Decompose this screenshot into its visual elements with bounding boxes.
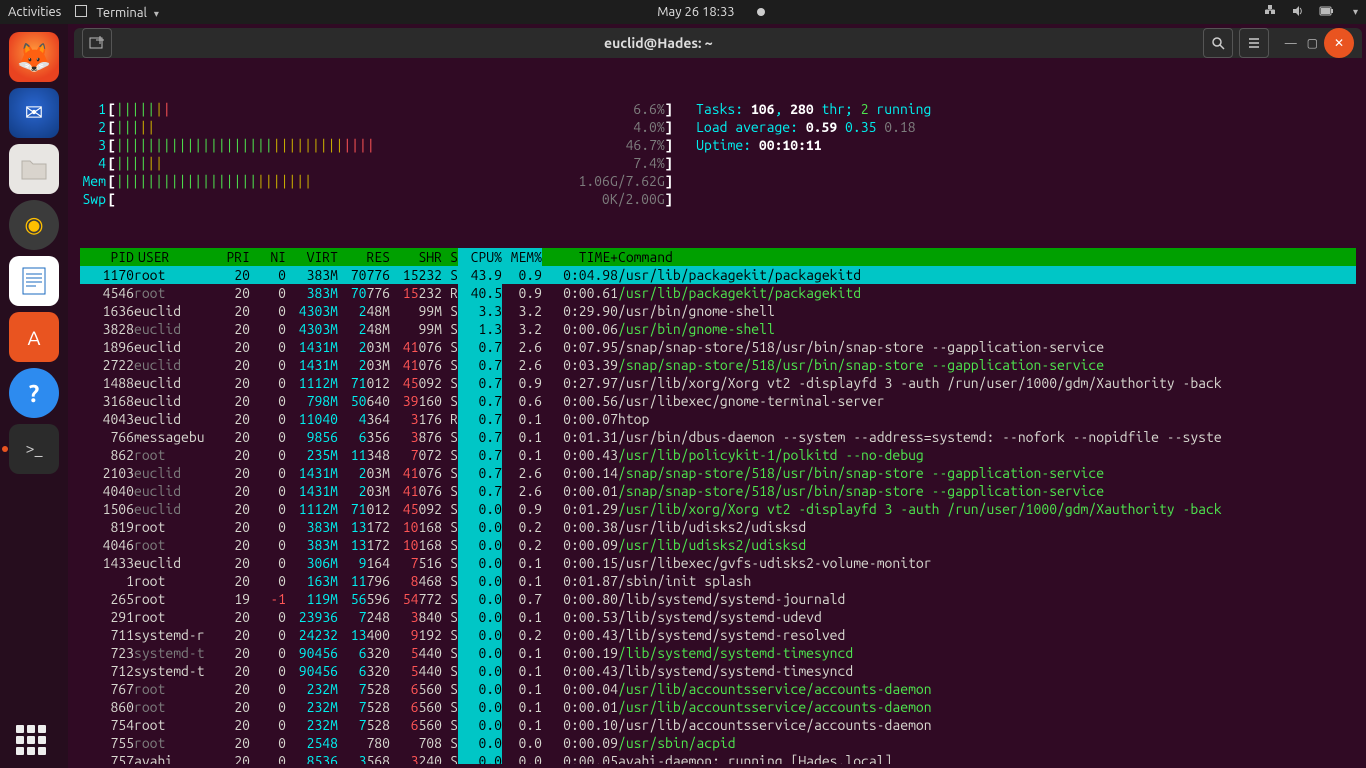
window-title: euclid@Hades: ~ bbox=[120, 35, 1197, 51]
dock-help[interactable]: ? bbox=[9, 368, 59, 418]
col-pid[interactable]: PID bbox=[80, 248, 134, 266]
activities-button[interactable]: Activities bbox=[8, 5, 61, 19]
table-row[interactable]: 291root2002393672483840S0.00.10:00.53/li… bbox=[80, 608, 1356, 626]
table-row[interactable]: 4040euclid2001431M203M41076S0.72.60:00.0… bbox=[80, 482, 1356, 500]
dock-thunderbird[interactable]: ✉ bbox=[9, 88, 59, 138]
meter-4: 4[|||||| 7.4%] bbox=[80, 154, 673, 172]
table-row[interactable]: 2722euclid2001431M203M41076S0.72.60:03.3… bbox=[80, 356, 1356, 374]
table-header[interactable]: PIDUSERPRINIVIRTRESSHRSCPU%MEM%TIME+Comm… bbox=[80, 248, 1356, 266]
table-row[interactable]: 265root19-1119M5659654772S0.00.70:00.80/… bbox=[80, 590, 1356, 608]
table-row[interactable]: 1170root200383M7077615232S43.90.90:04.98… bbox=[80, 266, 1356, 284]
app-menu-label: Terminal bbox=[96, 6, 147, 20]
chevron-down-icon: ▾ bbox=[154, 8, 159, 19]
col-mem%[interactable]: MEM% bbox=[502, 248, 542, 266]
dock-software[interactable]: A bbox=[9, 312, 59, 362]
table-row[interactable]: 1636euclid2004303M248M99MS3.33.20:29.90/… bbox=[80, 302, 1356, 320]
col-user[interactable]: USER bbox=[134, 248, 214, 266]
clock[interactable]: May 26 18:33 bbox=[657, 5, 734, 19]
meter-1: 1[||||||| 6.6%] bbox=[80, 100, 673, 118]
table-row[interactable]: 1433euclid200306M91647516S0.00.10:00.15/… bbox=[80, 554, 1356, 572]
table-row[interactable]: 1488euclid2001112M7101245092S0.70.90:27.… bbox=[80, 374, 1356, 392]
battery-icon[interactable] bbox=[1319, 4, 1335, 21]
col-command[interactable]: Command bbox=[618, 248, 1356, 266]
table-row[interactable]: 712systemd-t2009045663205440S0.00.10:00.… bbox=[80, 662, 1356, 680]
new-tab-button[interactable] bbox=[82, 28, 112, 58]
dock-show-apps[interactable] bbox=[9, 718, 59, 768]
table-row[interactable]: 723systemd-t2009045663205440S0.00.10:00.… bbox=[80, 644, 1356, 662]
table-row[interactable]: 819root200383M1317210168S0.00.20:00.38/u… bbox=[80, 518, 1356, 536]
gnome-top-bar: Activities Terminal ▾ May 26 18:33 ▾ bbox=[0, 0, 1366, 24]
app-menu[interactable]: Terminal ▾ bbox=[75, 5, 159, 20]
table-row[interactable]: 862root200235M113487072S0.70.10:00.43/us… bbox=[80, 446, 1356, 464]
meter-Mem: Mem[||||||||||||||||||||||||| 1.06G/7.62… bbox=[80, 172, 1356, 190]
network-icon[interactable] bbox=[1263, 4, 1277, 21]
close-button[interactable]: ✕ bbox=[1324, 28, 1354, 58]
search-button[interactable] bbox=[1203, 28, 1233, 58]
meter-Swp: Swp[ 0K/2.00G] bbox=[80, 190, 1356, 208]
table-row[interactable]: 757avahi200853635683240S0.00.00:00.05ava… bbox=[80, 752, 1356, 764]
table-row[interactable]: 711systemd-r20024232134009192S0.00.20:00… bbox=[80, 626, 1356, 644]
table-row[interactable]: 3168euclid200798M5064039160S0.70.60:00.5… bbox=[80, 392, 1356, 410]
table-row[interactable]: 4046root200383M1317210168S0.00.20:00.09/… bbox=[80, 536, 1356, 554]
col-res[interactable]: RES bbox=[338, 248, 390, 266]
htop-output[interactable]: 1[||||||| 6.6%] Tasks: 106, 280 thr; 2 r… bbox=[74, 58, 1362, 764]
table-row[interactable]: 767root200232M75286560S0.00.10:00.04/usr… bbox=[80, 680, 1356, 698]
terminal-icon bbox=[75, 5, 87, 17]
dock: 🦊 ✉ ◉ A ? >_ bbox=[0, 24, 68, 768]
dock-rhythmbox[interactable]: ◉ bbox=[9, 200, 59, 250]
dock-writer[interactable] bbox=[9, 256, 59, 306]
col-shr[interactable]: SHR bbox=[390, 248, 442, 266]
table-row[interactable]: 1896euclid2001431M203M41076S0.72.60:07.9… bbox=[80, 338, 1356, 356]
col-cpu%[interactable]: CPU% bbox=[458, 248, 502, 266]
table-row[interactable]: 860root200232M75286560S0.00.10:00.01/usr… bbox=[80, 698, 1356, 716]
table-row[interactable]: 754root200232M75286560S0.00.10:00.10/usr… bbox=[80, 716, 1356, 734]
table-row[interactable]: 4043euclid2001104043643176R0.70.10:00.07… bbox=[80, 410, 1356, 428]
notification-indicator-icon bbox=[757, 8, 765, 16]
meter-2: 2[||||| 4.0%] bbox=[80, 118, 673, 136]
process-table[interactable]: PIDUSERPRINIVIRTRESSHRSCPU%MEM%TIME+Comm… bbox=[80, 248, 1356, 764]
window-titlebar: euclid@Hades: ~ — ▢ ✕ bbox=[74, 28, 1362, 58]
table-row[interactable]: 766messagebu200985663563876S0.70.10:01.3… bbox=[80, 428, 1356, 446]
table-row[interactable]: 2103euclid2001431M203M41076S0.72.60:00.1… bbox=[80, 464, 1356, 482]
meter-3: 3[||||||||||||||||||||||||||||||||| 46.7… bbox=[80, 136, 673, 154]
col-pri[interactable]: PRI bbox=[214, 248, 250, 266]
dock-terminal[interactable]: >_ bbox=[9, 424, 59, 474]
table-row[interactable]: 4546root200383M7077615232R40.50.90:00.61… bbox=[80, 284, 1356, 302]
col-s[interactable]: S bbox=[442, 248, 458, 266]
table-row[interactable]: 1506euclid2001112M7101245092S0.00.90:01.… bbox=[80, 500, 1356, 518]
terminal-window: euclid@Hades: ~ — ▢ ✕ 1[||||||| 6.6%] Ta… bbox=[74, 28, 1362, 764]
volume-icon[interactable] bbox=[1291, 4, 1305, 21]
col-time+[interactable]: TIME+ bbox=[542, 248, 618, 266]
dock-files[interactable] bbox=[9, 144, 59, 194]
minimize-button[interactable]: — bbox=[1285, 37, 1297, 50]
dock-firefox[interactable]: 🦊 bbox=[9, 32, 59, 82]
col-virt[interactable]: VIRT bbox=[286, 248, 338, 266]
chevron-down-icon[interactable]: ▾ bbox=[1353, 6, 1358, 18]
table-row[interactable]: 3828euclid2004303M248M99MS1.33.20:00.06/… bbox=[80, 320, 1356, 338]
col-ni[interactable]: NI bbox=[250, 248, 286, 266]
table-row[interactable]: 755root2002548780708S0.00.00:00.09/usr/s… bbox=[80, 734, 1356, 752]
hamburger-menu-button[interactable] bbox=[1239, 28, 1269, 58]
maximize-button[interactable]: ▢ bbox=[1307, 36, 1318, 50]
table-row[interactable]: 1root200163M117968468S0.00.10:01.87/sbin… bbox=[80, 572, 1356, 590]
